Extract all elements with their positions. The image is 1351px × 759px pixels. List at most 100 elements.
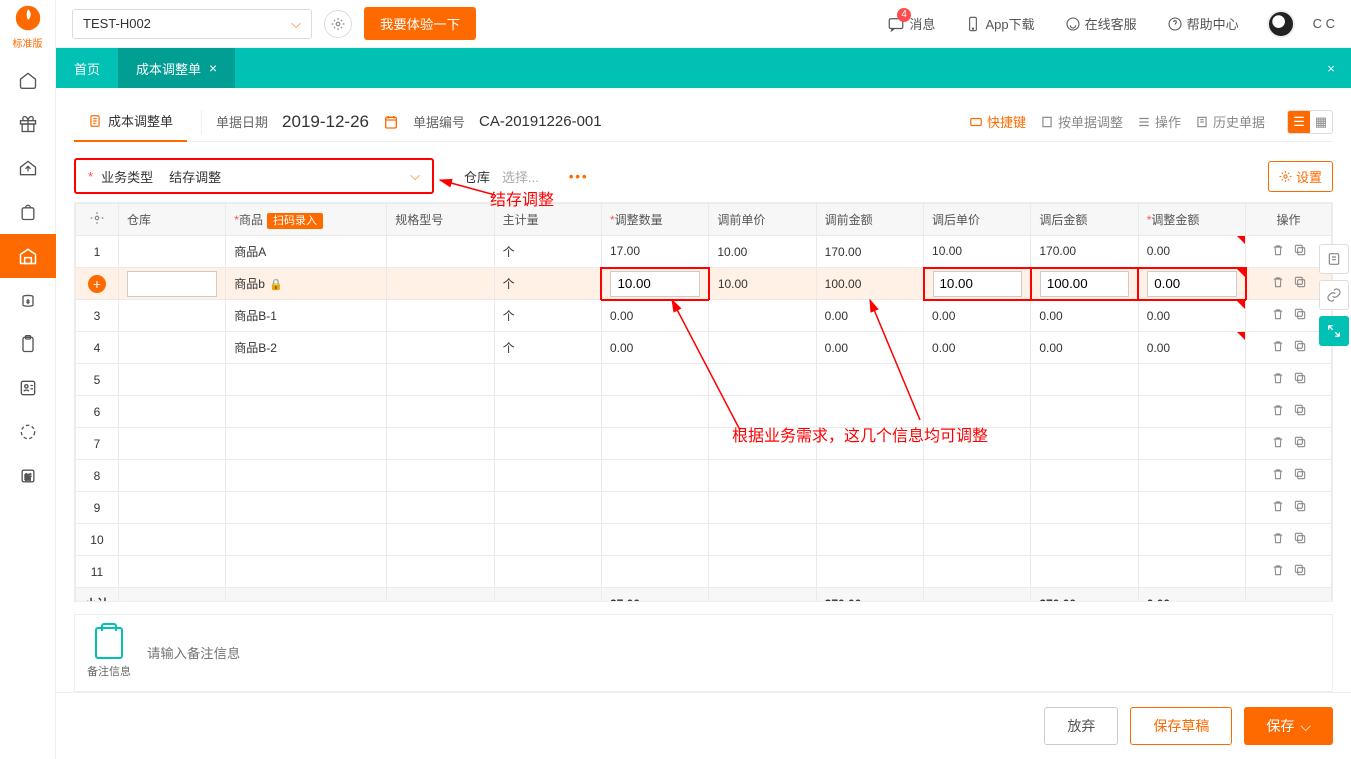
copy-row-icon[interactable] xyxy=(1293,403,1307,420)
delete-row-icon[interactable] xyxy=(1271,403,1285,420)
cell-spec[interactable] xyxy=(387,364,494,396)
link-tool-icon[interactable] xyxy=(1319,280,1349,310)
cell-product[interactable] xyxy=(226,556,387,588)
table-row[interactable]: 10 xyxy=(76,524,1332,556)
nav-warehouse-icon[interactable] xyxy=(0,234,56,278)
cell-adj[interactable] xyxy=(1138,556,1245,588)
cell-post-price[interactable] xyxy=(924,556,1031,588)
cell-qty[interactable] xyxy=(601,396,708,428)
messages-link[interactable]: 消息 4 xyxy=(887,14,935,33)
cell-spec[interactable] xyxy=(387,492,494,524)
delete-row-icon[interactable] xyxy=(1271,531,1285,548)
delete-row-icon[interactable] xyxy=(1271,435,1285,452)
table-row[interactable]: 7 xyxy=(76,428,1332,460)
cell-post-price[interactable]: 10.00 xyxy=(924,236,1031,268)
tab-home[interactable]: 首页 xyxy=(56,48,118,88)
support-link[interactable]: 在线客服 xyxy=(1065,14,1137,33)
post-amt-input[interactable] xyxy=(1040,271,1129,297)
cell-product[interactable] xyxy=(226,460,387,492)
cell-warehouse[interactable] xyxy=(118,300,225,332)
table-row[interactable]: 1商品A个17.0010.00170.0010.00170.000.00 xyxy=(76,236,1332,268)
cell-warehouse[interactable] xyxy=(118,332,225,364)
remark-input[interactable] xyxy=(147,646,1320,661)
tab-close-icon[interactable]: × xyxy=(209,60,217,76)
cell-warehouse[interactable] xyxy=(118,556,225,588)
copy-row-icon[interactable] xyxy=(1293,531,1307,548)
list-view-icon[interactable]: ☰ xyxy=(1288,111,1310,133)
cell-qty[interactable] xyxy=(601,428,708,460)
cell-adj[interactable]: 0.00 xyxy=(1138,236,1245,268)
cell-spec[interactable] xyxy=(387,268,494,300)
more-filters[interactable]: ••• xyxy=(569,169,589,184)
nav-home-icon[interactable] xyxy=(0,58,56,102)
nav-gift-icon[interactable] xyxy=(0,102,56,146)
post-price-input[interactable] xyxy=(933,271,1022,297)
cell-warehouse[interactable] xyxy=(118,524,225,556)
user-avatar[interactable] xyxy=(1267,10,1295,38)
history-link[interactable]: 历史单据 xyxy=(1195,112,1265,131)
cell-adj[interactable]: 0.00 xyxy=(1138,332,1245,364)
app-download-link[interactable]: App下载 xyxy=(965,14,1034,33)
cell-warehouse[interactable] xyxy=(118,396,225,428)
cell-warehouse[interactable] xyxy=(118,364,225,396)
copy-row-icon[interactable] xyxy=(1293,243,1307,260)
cell-qty[interactable] xyxy=(601,524,708,556)
cell-product[interactable]: 商品B-2 xyxy=(226,332,387,364)
cell-adj[interactable] xyxy=(1138,396,1245,428)
copy-row-icon[interactable] xyxy=(1293,435,1307,452)
table-row[interactable]: 11 xyxy=(76,556,1332,588)
table-row[interactable]: 5 xyxy=(76,364,1332,396)
cell-qty[interactable] xyxy=(601,556,708,588)
cell-post-price[interactable] xyxy=(924,492,1031,524)
cell-post-amt[interactable] xyxy=(1031,428,1138,460)
scan-button[interactable]: 扫码录入 xyxy=(267,213,323,229)
note-tool-icon[interactable] xyxy=(1319,244,1349,274)
cell-post-price[interactable]: 0.00 xyxy=(924,300,1031,332)
cell-product[interactable] xyxy=(226,428,387,460)
cell-adj[interactable] xyxy=(1138,524,1245,556)
delete-row-icon[interactable] xyxy=(1271,243,1285,260)
cell-post-amt[interactable] xyxy=(1031,492,1138,524)
nav-new-icon[interactable]: 新 xyxy=(0,454,56,498)
nav-clipboard-icon[interactable] xyxy=(0,322,56,366)
cell-product[interactable] xyxy=(226,524,387,556)
close-all-tabs[interactable]: × xyxy=(1311,48,1351,88)
add-row-icon[interactable]: + xyxy=(88,275,106,293)
tab-cost-adjustment[interactable]: 成本调整单 × xyxy=(118,48,235,88)
adj-input[interactable] xyxy=(1147,271,1236,297)
business-type-selector[interactable]: * 业务类型 结存调整 ⌵ xyxy=(74,158,434,194)
cell-adj[interactable] xyxy=(1138,492,1245,524)
try-button[interactable]: 我要体验一下 xyxy=(364,7,476,40)
cell-post-price[interactable] xyxy=(924,364,1031,396)
document-date[interactable]: 2019-12-26 xyxy=(282,112,369,132)
nav-money-icon[interactable] xyxy=(0,278,56,322)
cell-post-price[interactable] xyxy=(924,460,1031,492)
card-view-icon[interactable]: ▦ xyxy=(1310,111,1332,133)
cell-post-amt[interactable]: 170.00 xyxy=(1031,236,1138,268)
warehouse-input[interactable] xyxy=(127,271,217,297)
warehouse-selector[interactable]: 仓库 选择... xyxy=(464,167,539,186)
cell-post-amt[interactable]: 0.00 xyxy=(1031,300,1138,332)
nav-bag-icon[interactable] xyxy=(0,190,56,234)
copy-row-icon[interactable] xyxy=(1293,467,1307,484)
column-settings-icon[interactable] xyxy=(76,204,119,236)
table-row[interactable]: 8 xyxy=(76,460,1332,492)
shortcut-link[interactable]: 快捷键 xyxy=(969,112,1026,131)
cell-qty[interactable]: 17.00 xyxy=(601,236,708,268)
copy-row-icon[interactable] xyxy=(1293,307,1307,324)
delete-row-icon[interactable] xyxy=(1271,371,1285,388)
delete-row-icon[interactable] xyxy=(1271,275,1285,292)
cell-qty[interactable]: 0.00 xyxy=(601,332,708,364)
cell-post-amt[interactable] xyxy=(1031,396,1138,428)
cell-warehouse[interactable] xyxy=(118,460,225,492)
cell-spec[interactable] xyxy=(387,556,494,588)
cell-qty[interactable] xyxy=(601,460,708,492)
cell-warehouse[interactable] xyxy=(118,428,225,460)
operations-link[interactable]: 操作 xyxy=(1137,112,1181,131)
copy-row-icon[interactable] xyxy=(1293,275,1307,292)
cell-post-price[interactable] xyxy=(924,524,1031,556)
view-toggle[interactable]: ☰ ▦ xyxy=(1287,110,1333,134)
copy-row-icon[interactable] xyxy=(1293,339,1307,356)
table-row[interactable]: +商品b🔒个10.00100.00 xyxy=(76,268,1332,300)
cell-product[interactable] xyxy=(226,492,387,524)
